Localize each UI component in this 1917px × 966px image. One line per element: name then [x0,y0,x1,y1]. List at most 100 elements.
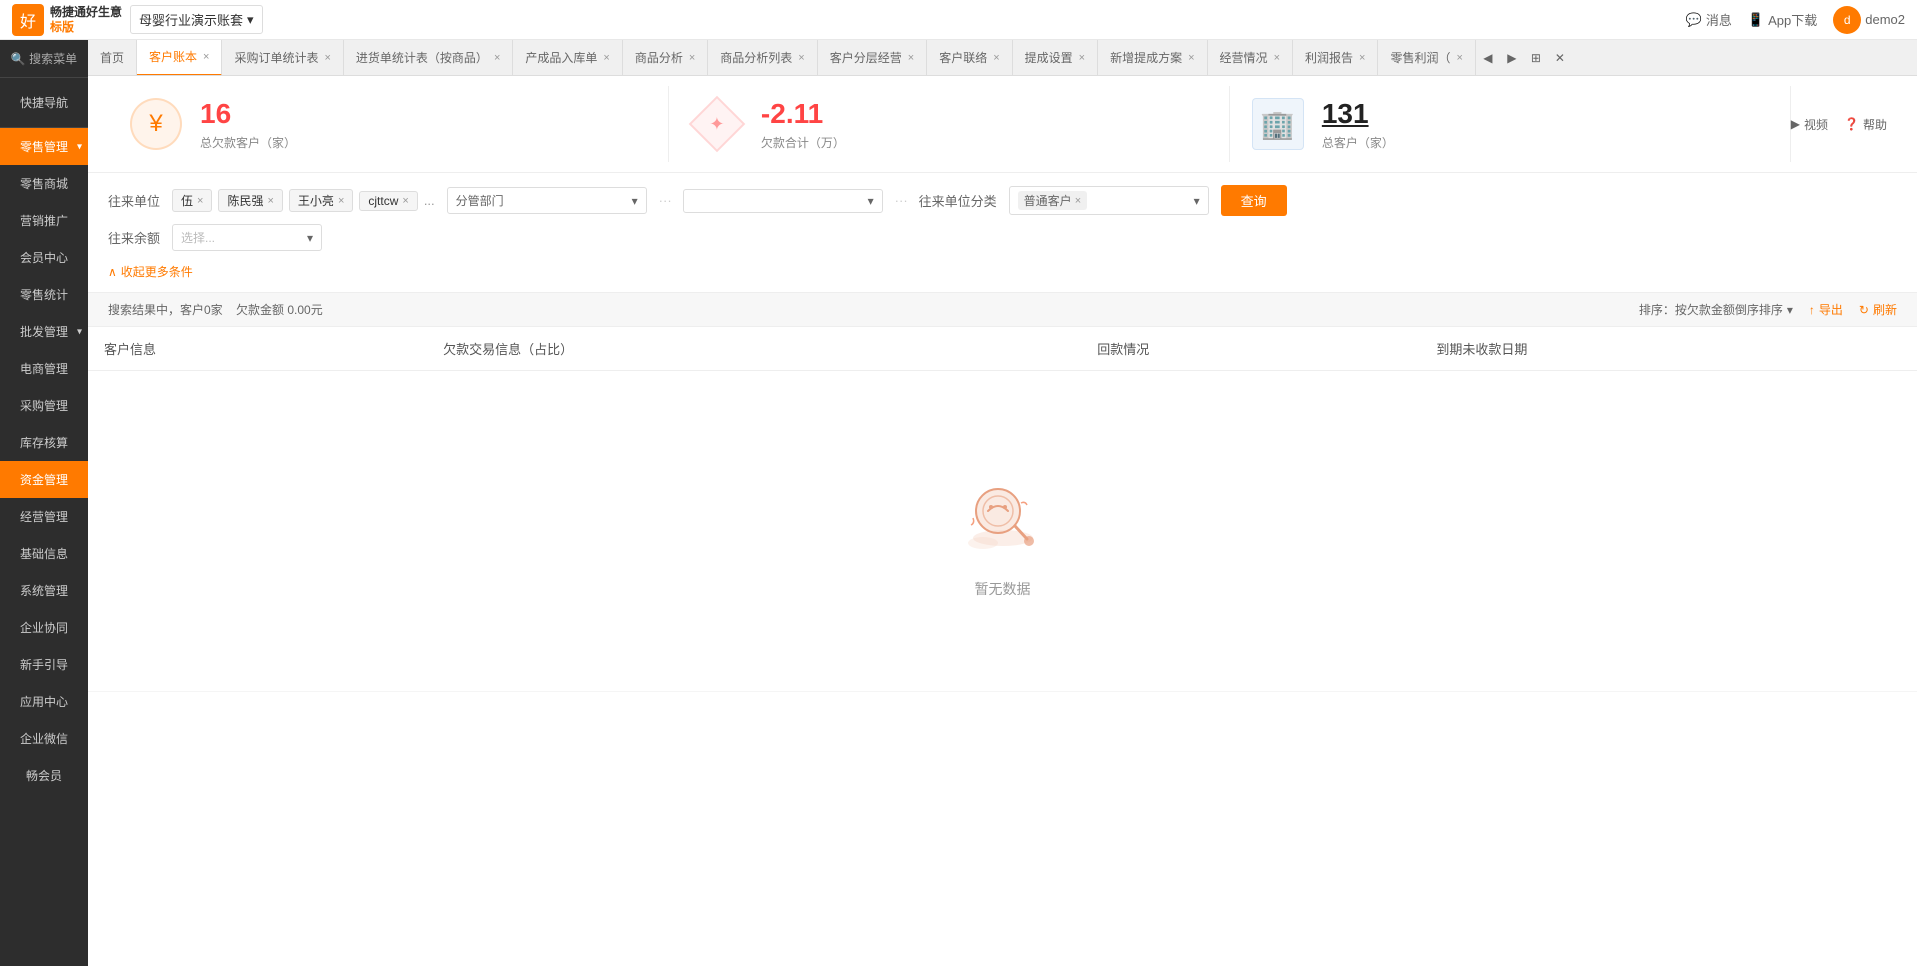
dept-selector[interactable]: 分管部门 ▾ [447,187,647,214]
filter-row-1: 往来单位 伍 × 陈民强 × 王小亮 × [108,185,1897,216]
tab-close-profit-report[interactable]: × [1359,52,1365,64]
tab-close-retail-profit[interactable]: × [1456,52,1462,64]
video-btn[interactable]: ▶ 视频 [1791,116,1828,133]
tab-close-new-promotion-plan[interactable]: × [1188,52,1194,64]
tab-close-customer-contact[interactable]: × [993,52,999,64]
tab-close-all-btn[interactable]: ✕ [1548,40,1572,76]
logo-area: 好 畅捷通好生意 标版 [12,4,122,36]
tab-close-promotion-settings[interactable]: × [1079,52,1085,64]
tab-close-product-analysis-list[interactable]: × [798,52,804,64]
unit-type-selector[interactable]: 普通客户 × ▾ [1009,186,1209,215]
user-menu[interactable]: d demo2 [1833,6,1905,34]
sidebar-item-retail-stats[interactable]: 零售统计 [0,276,88,313]
empty-row: 暂无数据 [88,371,1917,692]
filter-tag-wang[interactable]: 王小亮 × [289,189,353,212]
main-layout: 🔍 搜索菜单 快捷导航 零售管理 零售商城 营销推广 会员中心 零售统计 批发管… [0,40,1917,966]
stat-icon-total: 🏢 [1250,96,1306,152]
filter-tag-wu[interactable]: 伍 × [172,189,212,212]
sidebar-item-member-vip[interactable]: 畅会员 [0,757,88,794]
tab-purchase-order[interactable]: 采购订单统计表 × [222,40,343,76]
stat-block-debt: ✦ -2.11 欠款合计（万） [669,86,1230,162]
tab-close-operation-status[interactable]: × [1274,52,1280,64]
sidebar-item-quick-nav[interactable]: 快捷导航 [0,84,88,121]
tab-product-analysis-list[interactable]: 商品分析列表 × [708,40,817,76]
filter-tag-chen[interactable]: 陈民强 × [218,189,282,212]
sidebar-item-retail-mall[interactable]: 零售商城 [0,165,88,202]
filter-bar: 往来单位 伍 × 陈民强 × 王小亮 × [88,173,1917,293]
empty-state: 暂无数据 [104,383,1901,679]
tab-product-analysis[interactable]: 商品分析 × [623,40,708,76]
app-download-btn[interactable]: 📱 App下载 [1748,10,1817,29]
sidebar-item-purchase-mgmt[interactable]: 采购管理 [0,387,88,424]
remove-tag-wu[interactable]: × [197,195,203,207]
message-icon: 💬 [1686,12,1702,28]
sort-selector[interactable]: 排序：按欠款金额倒序排序 ▾ [1639,301,1793,318]
chevron-down-icon: ▾ [247,12,254,28]
sidebar-item-ops-mgmt[interactable]: 经营管理 [0,498,88,535]
help-icon: ❓ [1844,117,1859,131]
tab-expand-btn[interactable]: ⊞ [1524,40,1548,76]
sidebar-item-enterprise-coop[interactable]: 企业协同 [0,609,88,646]
stats-actions: ▶ 视频 ❓ 帮助 [1791,116,1897,133]
sidebar-item-basic-info[interactable]: 基础信息 [0,535,88,572]
debt-icon: ✦ [691,98,743,150]
tab-home[interactable]: 首页 [88,40,137,76]
col-payment-status: 回款情况 [1081,327,1420,371]
tab-new-promotion-plan[interactable]: 新增提成方案 × [1098,40,1207,76]
sidebar-item-ecom-mgmt[interactable]: 电商管理 [0,350,88,387]
collapse-btn[interactable]: ∧ 收起更多条件 [108,263,1897,280]
filter-tag-cjttcw[interactable]: cjttcw × [359,191,417,211]
sidebar-item-enterprise-wechat[interactable]: 企业微信 [0,720,88,757]
page-content: ¥ 16 总欠款客户（家） ✦ -2.11 [88,76,1917,966]
remove-tag-wang[interactable]: × [338,195,344,207]
tab-close-product-instock[interactable]: × [603,52,609,64]
remove-tag-cjttcw[interactable]: × [402,195,408,207]
remove-normal-customer[interactable]: × [1075,195,1081,207]
tab-promotion-settings[interactable]: 提成设置 × [1013,40,1098,76]
sidebar-item-inventory[interactable]: 库存核算 [0,424,88,461]
refresh-btn[interactable]: ↻ 刷新 [1859,301,1897,318]
sidebar-item-wholesale-mgmt[interactable]: 批发管理 [0,313,88,350]
table-header-row: 客户信息 欠款交易信息（占比） 回款情况 到期未收款日期 [88,327,1917,371]
tab-close-purchase-order[interactable]: × [324,52,330,64]
tab-customer-book[interactable]: 客户账本 × [137,40,222,76]
sidebar-item-capital-mgmt[interactable]: 资金管理 [0,461,88,498]
chevron-down-icon-unit-type: ▾ [1194,194,1200,208]
balance-selector[interactable]: 选择... ▾ [172,224,322,251]
message-btn[interactable]: 💬 消息 [1686,10,1732,29]
tab-close-product-analysis[interactable]: × [689,52,695,64]
help-btn[interactable]: ❓ 帮助 [1844,116,1887,133]
sidebar-item-beginner-guide[interactable]: 新手引导 [0,646,88,683]
tab-purchase-stat[interactable]: 进货单统计表（按商品） × [344,40,513,76]
remove-tag-chen[interactable]: × [267,195,273,207]
filter-more-btn[interactable]: ... [424,193,435,208]
tab-product-instock[interactable]: 产成品入库单 × [513,40,622,76]
sidebar-item-marketing-promo[interactable]: 营销推广 [0,202,88,239]
query-button[interactable]: 查询 [1221,185,1287,216]
stats-bar: ¥ 16 总欠款客户（家） ✦ -2.11 [88,76,1917,173]
sidebar-search[interactable]: 🔍 搜索菜单 [0,40,88,78]
stat-block-total: 🏢 131 总客户（家） [1230,86,1791,162]
sidebar-item-sys-mgmt[interactable]: 系统管理 [0,572,88,609]
filter-tag-normal-customer[interactable]: 普通客户 × [1018,191,1087,210]
export-btn[interactable]: ↑ 导出 [1809,301,1843,318]
empty-text: 暂无数据 [975,579,1031,599]
top-bar-right: 💬 消息 📱 App下载 d demo2 [1686,6,1905,34]
tab-close-customer-tier[interactable]: × [908,52,914,64]
sidebar-item-member-center[interactable]: 会员中心 [0,239,88,276]
tab-prev-btn[interactable]: ◀ [1476,40,1500,76]
sidebar-item-app-center[interactable]: 应用中心 [0,683,88,720]
tab-profit-report[interactable]: 利润报告 × [1293,40,1378,76]
person-selector[interactable]: ▾ [683,189,883,213]
store-selector[interactable]: 母婴行业演示账套 ▾ [130,5,263,34]
tab-customer-tier[interactable]: 客户分层经营 × [818,40,927,76]
sidebar-item-retail-mgmt[interactable]: 零售管理 [0,128,88,165]
tab-next-btn[interactable]: ▶ [1500,40,1524,76]
tab-close-purchase-stat[interactable]: × [494,52,500,64]
tab-close-customer-book[interactable]: × [203,51,209,63]
tab-retail-profit[interactable]: 零售利润（ × [1378,40,1475,76]
sort-label: 排序：按欠款金额倒序排序 [1639,301,1783,318]
tab-customer-contact[interactable]: 客户联络 × [927,40,1012,76]
tab-operation-status[interactable]: 经营情况 × [1208,40,1293,76]
building-icon: 🏢 [1252,98,1304,150]
